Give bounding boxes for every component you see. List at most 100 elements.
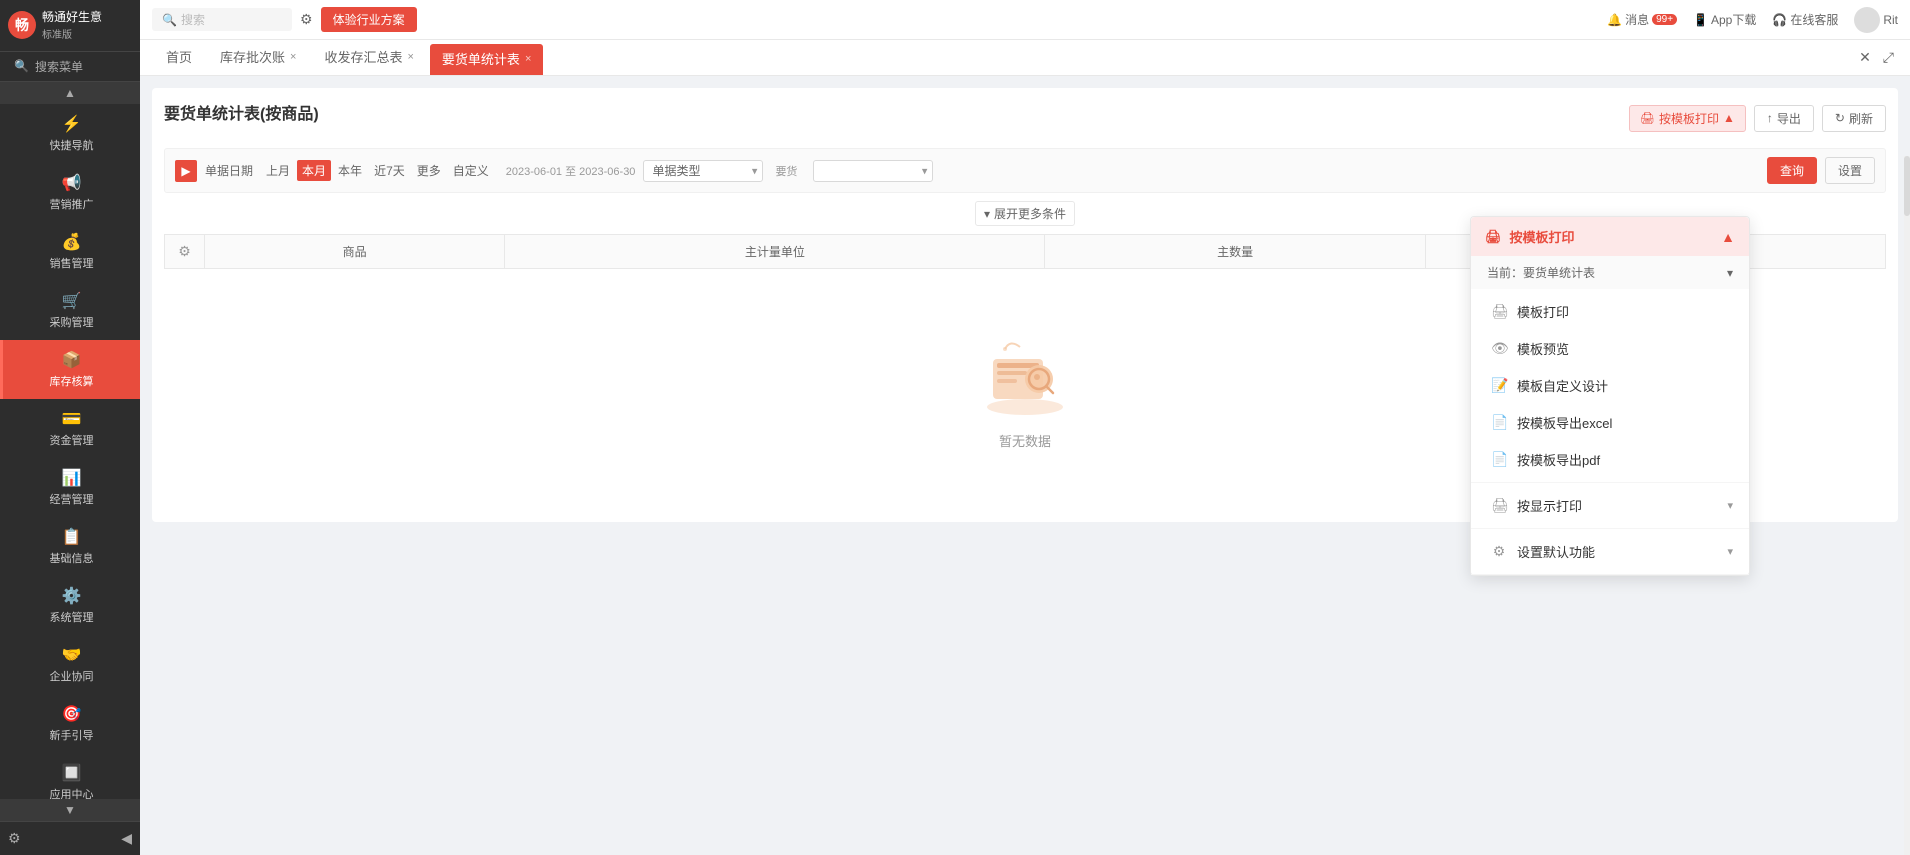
tab-receipt-summary-label: 收发存汇总表 (324, 47, 402, 66)
tab-batch-accounts[interactable]: 库存批次账 × (206, 40, 310, 75)
tab-batch-accounts-close[interactable]: × (290, 51, 296, 63)
messages-badge: 99+ (1652, 14, 1677, 25)
tab-home[interactable]: 首页 (152, 40, 206, 75)
settings-footer-icon[interactable]: ⚙ (8, 830, 21, 847)
scrollbar-track[interactable] (1904, 156, 1910, 855)
dropdown-section-templates: 🖨 模板打印 👁 模板预览 📝 模板自定义设计 📄 按模板导出excel 📄 (1471, 289, 1749, 483)
doc-type-select[interactable]: 单据类型 全部 要货单 退货单 (643, 160, 763, 182)
table-settings-btn[interactable]: ⚙ (178, 243, 191, 260)
user-avatar (1854, 7, 1880, 33)
date-buttons: 上月 本月 本年 近7天 更多 自定义 (261, 160, 494, 181)
sidebar-nav: ⚡ 快捷导航 📢 营销推广 💰 销售管理 🛒 采购管理 📦 库存核算 💳 资金管… (0, 104, 140, 799)
dropdown-template-preview[interactable]: 👁 模板预览 (1471, 330, 1749, 367)
more-date-btn[interactable]: 更多 (412, 160, 446, 181)
template-preview-label: 模板预览 (1517, 339, 1569, 358)
sidebar-item-label: 企业协同 (50, 668, 94, 684)
sidebar-item-purchase[interactable]: 🛒 采购管理 (0, 281, 140, 340)
topbar-search-icon: 🔍 (162, 13, 177, 27)
topbar-gear-icon[interactable]: ⚙ (300, 11, 313, 28)
messages-label: 消息 (1625, 11, 1649, 28)
user-area[interactable]: Rit (1854, 7, 1898, 33)
tab-home-label: 首页 (166, 47, 192, 66)
tab-receipt-summary-close[interactable]: × (407, 51, 413, 63)
maximize-tab-btn[interactable]: ⤢ (1879, 47, 1898, 68)
sidebar-item-label: 新手引导 (50, 727, 94, 743)
col-settings: ⚙ (165, 235, 205, 269)
expand-more-btn[interactable]: ▾ 展开更多条件 (975, 201, 1075, 226)
messages-btn[interactable]: 🔔 消息 99+ (1607, 11, 1677, 28)
default-func-icon: ⚙ (1491, 543, 1507, 560)
last7days-btn[interactable]: 近7天 (369, 160, 410, 181)
display-print-label: 按显示打印 (1517, 496, 1582, 515)
settings-btn[interactable]: 设置 (1825, 157, 1875, 184)
online-service-btn[interactable]: 🎧 在线客服 (1772, 11, 1838, 28)
sidebar-item-finance[interactable]: 💳 资金管理 (0, 399, 140, 458)
finance-icon: 💳 (62, 409, 82, 429)
headset-icon: 🎧 (1772, 13, 1787, 27)
dropdown-template-design[interactable]: 📝 模板自定义设计 (1471, 367, 1749, 404)
close-tab-btn[interactable]: ✕ (1855, 47, 1875, 68)
operations-icon: 📊 (62, 468, 82, 488)
custom-date-btn[interactable]: 自定义 (448, 160, 494, 181)
dropdown-template-pdf[interactable]: 📄 按模板导出pdf (1471, 441, 1749, 478)
export-btn[interactable]: ↑ 导出 (1754, 105, 1814, 132)
sidebar-item-basic[interactable]: 📋 基础信息 (0, 517, 140, 576)
basic-icon: 📋 (62, 527, 82, 547)
tab-requisition-stats-close[interactable]: × (525, 53, 531, 65)
template-design-icon: 📝 (1491, 377, 1507, 394)
sidebar-item-collab[interactable]: 🤝 企业协同 (0, 635, 140, 694)
dropdown-printer-icon: 🖨 (1485, 229, 1502, 245)
sidebar-item-operations[interactable]: 📊 经营管理 (0, 458, 140, 517)
sidebar-item-label: 系统管理 (50, 609, 94, 625)
dropdown-header[interactable]: 🖨 按模板打印 ▲ (1471, 217, 1749, 256)
app-download-btn[interactable]: 📱 App下载 (1693, 11, 1756, 28)
topbar-search[interactable]: 🔍 搜索 (152, 8, 292, 31)
filter-bar: ▶ 单据日期 上月 本月 本年 近7天 更多 自定义 2023-06-01 至 … (164, 148, 1886, 193)
prev-month-btn[interactable]: 上月 (261, 160, 295, 181)
sidebar-item-marketing[interactable]: 📢 营销推广 (0, 163, 140, 222)
current-template-row[interactable]: 当前：要货单统计表 ▾ (1471, 256, 1749, 289)
sidebar-item-appstore[interactable]: 🔲 应用中心 (0, 753, 140, 799)
dropdown-template-print[interactable]: 🖨 模板打印 (1471, 293, 1749, 330)
date-filter-label: 单据日期 (205, 162, 253, 179)
tab-requisition-stats-label: 要货单统计表 (442, 49, 520, 68)
print-template-btn[interactable]: 🖨 按模板打印 ▲ (1629, 105, 1746, 132)
sidebar-item-label: 资金管理 (50, 432, 94, 448)
sidebar-item-sales[interactable]: 💰 销售管理 (0, 222, 140, 281)
sidebar-item-newbie[interactable]: 🎯 新手引导 (0, 694, 140, 753)
logo-icon: 畅 (8, 11, 36, 39)
dropdown-default-func[interactable]: ⚙ 设置默认功能 ▾ (1471, 533, 1749, 570)
current-year-btn[interactable]: 本年 (333, 160, 367, 181)
current-month-btn[interactable]: 本月 (297, 160, 331, 181)
dropdown-header-label: 按模板打印 (1510, 227, 1575, 246)
scrollbar-thumb[interactable] (1904, 156, 1910, 216)
dropdown-close-icon[interactable]: ▲ (1721, 229, 1735, 245)
trial-btn[interactable]: 体验行业方案 (321, 7, 417, 32)
tab-receipt-summary[interactable]: 收发存汇总表 × (310, 40, 427, 75)
search-placeholder: 搜索 (181, 11, 205, 28)
topbar: 🔍 搜索 ⚙ 体验行业方案 🔔 消息 99+ 📱 App下载 🎧 在线客服 (140, 0, 1910, 40)
extra-select[interactable] (813, 160, 933, 182)
tab-requisition-stats[interactable]: 要货单统计表 × (430, 44, 543, 75)
dropdown-section-display: 🖨 按显示打印 ▾ (1471, 483, 1749, 529)
sidebar-item-system[interactable]: ⚙️ 系统管理 (0, 576, 140, 635)
app-badge: 标准版 (42, 26, 102, 41)
sidebar-search[interactable]: 🔍 搜索菜单 (0, 52, 140, 82)
template-pdf-icon: 📄 (1491, 451, 1507, 468)
col-unit-label: 主计量单位 (745, 245, 805, 259)
scroll-up-btn[interactable]: ▲ (0, 82, 140, 104)
inventory-icon: 📦 (62, 350, 82, 370)
collapse-sidebar-icon[interactable]: ◀ (121, 830, 132, 847)
sidebar-item-quicknav[interactable]: ⚡ 快捷导航 (0, 104, 140, 163)
refresh-btn[interactable]: ↻ 刷新 (1822, 105, 1886, 132)
query-btn[interactable]: 查询 (1767, 157, 1817, 184)
marketing-icon: 📢 (62, 173, 82, 193)
dropdown-template-excel[interactable]: 📄 按模板导出excel (1471, 404, 1749, 441)
sidebar-item-label: 经营管理 (50, 491, 94, 507)
scroll-down-btn[interactable]: ▼ (0, 799, 140, 821)
filter-expand-btn[interactable]: ▶ (175, 160, 197, 182)
sidebar-item-inventory[interactable]: 📦 库存核算 (0, 340, 140, 399)
sidebar-item-label: 采购管理 (50, 314, 94, 330)
dropdown-display-print[interactable]: 🖨 按显示打印 ▾ (1471, 487, 1749, 524)
export-icon: ↑ (1767, 111, 1773, 125)
